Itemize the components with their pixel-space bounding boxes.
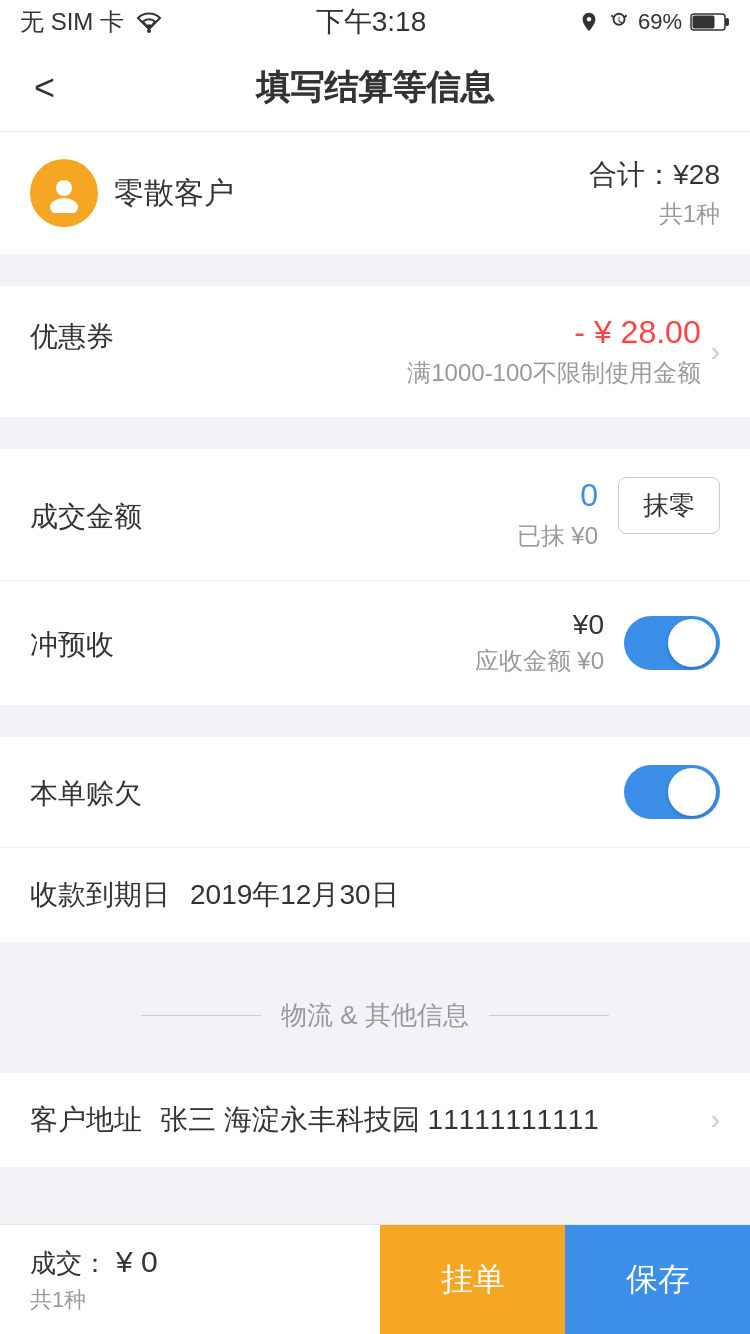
transaction-sub: 已抹 ¥0 <box>517 520 598 552</box>
customer-total: 合计：¥28 共1种 <box>589 156 720 230</box>
customer-name: 零散客户 <box>114 173 234 214</box>
transaction-row: 成交金额 0 已抹 ¥0 抹零 <box>0 449 750 580</box>
section-line-left <box>141 1015 261 1016</box>
logistics-label: 物流 & 其他信息 <box>281 998 469 1033</box>
debt-label: 本单赊欠 <box>30 771 150 813</box>
prepay-amount: ¥0 <box>475 609 604 641</box>
status-right: 69% <box>578 9 730 35</box>
nav-bar: < 填写结算等信息 <box>0 44 750 132</box>
address-label: 客户地址 <box>30 1101 150 1139</box>
spacer-3 <box>0 721 750 737</box>
hang-button[interactable]: 挂单 <box>380 1225 565 1335</box>
transaction-value-wrap: 0 已抹 ¥0 <box>517 477 598 552</box>
chevron-right-icon: › <box>711 336 720 368</box>
address-value: 张三 海淀永丰科技园 11111111111 <box>160 1101 701 1139</box>
debt-row: 本单赊欠 <box>0 737 750 847</box>
transaction-section: 成交金额 0 已抹 ¥0 抹零 冲预收 ¥0 应收金额 ¥0 <box>0 449 750 705</box>
coupon-row[interactable]: 优惠券 - ¥ 28.00 满1000-100不限制使用金额 › <box>0 286 750 417</box>
spacer-1 <box>0 270 750 286</box>
logistics-header: 物流 & 其他信息 <box>0 974 750 1057</box>
address-row[interactable]: 客户地址 张三 海淀永丰科技园 11111111111 › <box>0 1073 750 1167</box>
battery-text: 69% <box>638 9 682 35</box>
spacer-2 <box>0 433 750 449</box>
coupon-label: 优惠券 <box>30 314 150 356</box>
prepay-label: 冲预收 <box>30 622 150 664</box>
footer-amount: ¥ 0 <box>116 1245 158 1279</box>
debt-toggle-knob <box>668 768 716 816</box>
coupon-value: - ¥ 28.00 满1000-100不限制使用金额 <box>150 314 701 389</box>
battery-icon <box>690 11 730 33</box>
toggle-knob <box>668 619 716 667</box>
avatar <box>30 159 98 227</box>
time-display: 下午3:18 <box>316 3 427 41</box>
footer-count: 共1种 <box>30 1285 350 1315</box>
due-date-label: 收款到期日 <box>30 876 170 914</box>
wifi-icon <box>134 11 164 33</box>
content-area: 零散客户 合计：¥28 共1种 优惠券 - ¥ 28.00 满1000-100不… <box>0 132 750 1334</box>
coupon-section: 优惠券 - ¥ 28.00 满1000-100不限制使用金额 › <box>0 286 750 417</box>
coupon-amount: - ¥ 28.00 <box>150 314 701 351</box>
footer-deal-label: 成交： <box>30 1246 108 1281</box>
status-left: 无 SIM 卡 <box>20 6 164 38</box>
prepay-value-wrap: ¥0 应收金额 ¥0 <box>475 609 604 677</box>
svg-point-5 <box>50 198 78 213</box>
alarm-icon <box>608 11 630 33</box>
svg-rect-3 <box>693 16 715 29</box>
total-amount: 合计：¥28 <box>589 156 720 194</box>
footer-deal-row: 成交： ¥ 0 <box>30 1245 350 1281</box>
section-line-right <box>489 1015 609 1016</box>
transaction-value: 0 <box>517 477 598 514</box>
customer-section: 零散客户 合计：¥28 共1种 <box>0 132 750 254</box>
footer-info: 成交： ¥ 0 共1种 <box>0 1245 380 1315</box>
svg-point-0 <box>147 29 151 33</box>
customer-left: 零散客户 <box>30 159 234 227</box>
transaction-label: 成交金额 <box>30 494 150 536</box>
svg-rect-2 <box>725 18 729 26</box>
svg-point-4 <box>56 180 72 196</box>
section-header-line: 物流 & 其他信息 <box>0 998 750 1033</box>
save-button[interactable]: 保存 <box>565 1225 750 1335</box>
spacer-4 <box>0 958 750 974</box>
total-count: 共1种 <box>589 198 720 230</box>
debt-toggle[interactable] <box>624 765 720 819</box>
prepay-sub: 应收金额 ¥0 <box>475 645 604 677</box>
prepay-right: ¥0 应收金额 ¥0 <box>475 609 720 677</box>
transaction-right: 0 已抹 ¥0 抹零 <box>517 477 720 552</box>
round-btn[interactable]: 抹零 <box>618 477 720 534</box>
page-title: 填写结算等信息 <box>256 65 494 111</box>
customer-row: 零散客户 合计：¥28 共1种 <box>0 132 750 254</box>
location-icon <box>578 11 600 33</box>
spacer-5 <box>0 1057 750 1073</box>
debt-section: 本单赊欠 收款到期日 2019年12月30日 <box>0 737 750 942</box>
bottom-footer: 成交： ¥ 0 共1种 挂单 保存 <box>0 1224 750 1334</box>
address-chevron-icon: › <box>711 1104 720 1136</box>
carrier-text: 无 SIM 卡 <box>20 6 124 38</box>
prepay-toggle[interactable] <box>624 616 720 670</box>
address-section: 客户地址 张三 海淀永丰科技园 11111111111 › <box>0 1073 750 1167</box>
due-date-value: 2019年12月30日 <box>190 876 399 914</box>
due-date-row: 收款到期日 2019年12月30日 <box>0 847 750 942</box>
back-button[interactable]: < <box>24 57 65 119</box>
status-bar: 无 SIM 卡 下午3:18 69% <box>0 0 750 44</box>
coupon-desc: 满1000-100不限制使用金额 <box>150 357 701 389</box>
prepay-row: 冲预收 ¥0 应收金额 ¥0 <box>0 580 750 705</box>
